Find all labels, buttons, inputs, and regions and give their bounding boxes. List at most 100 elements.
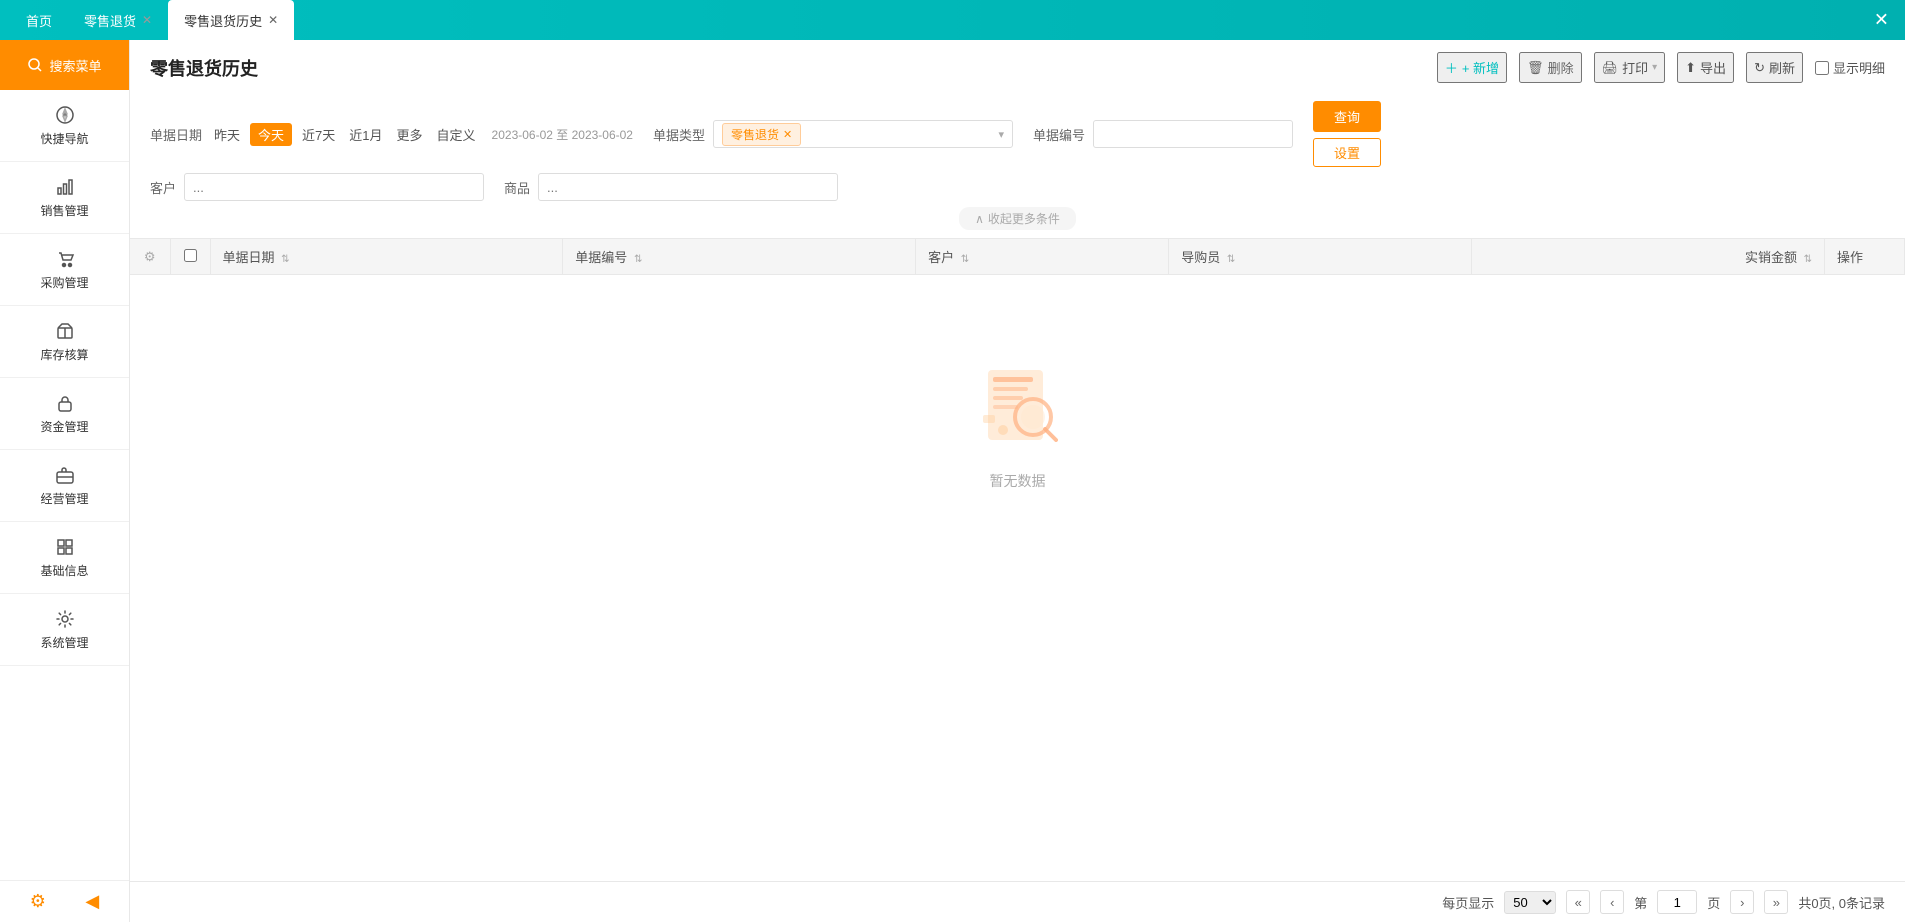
select-all-checkbox[interactable] [184,249,197,262]
main-layout: 搜索菜单 快捷导航销售管理采购管理库存核算资金管理经营管理基础信息系统管理 ⚙ … [0,40,1905,922]
sidebar-item-operation[interactable]: 经营管理 [0,450,129,522]
col-no-sort-icon[interactable]: ⇅ [634,254,642,265]
show-detail-wrap: 显示明细 [1815,58,1885,77]
voucher-type-tag-text: 零售退货 [731,126,779,143]
col-date-sort-icon[interactable]: ⇅ [281,254,289,265]
table-col-amount: 实销金额 ⇅ [1472,239,1825,275]
date-filter-group: 单据日期 昨天今天近7天近1月更多自定义 2023-06-02 至 2023-0… [150,123,633,146]
customer-filter-group: 客户 [150,173,484,201]
date-option-近1月[interactable]: 近1月 [345,123,386,146]
date-option-昨天[interactable]: 昨天 [210,123,244,146]
sidebar-item-purchase-mgmt[interactable]: 采购管理 [0,234,129,306]
table-col-customer: 客户 ⇅ [916,239,1169,275]
voucher-type-tag-close[interactable]: ✕ [783,128,792,141]
filter-row-1: 单据日期 昨天今天近7天近1月更多自定义 2023-06-02 至 2023-0… [150,101,1885,167]
date-filter-label: 单据日期 [150,125,202,144]
sidebar-item-label-inventory: 库存核算 [40,346,88,363]
page-number-input[interactable] [1657,890,1697,914]
print-icon: 🖨 [1602,60,1619,76]
column-settings-icon[interactable]: ⚙ [144,249,156,264]
compass-icon [54,104,76,126]
tab-retail-return-history[interactable]: 零售退货历史 ✕ [168,0,294,40]
col-guide-sort-icon[interactable]: ⇅ [1227,254,1235,265]
add-button[interactable]: ＋ + 新增 [1437,52,1507,83]
grid-icon [54,536,76,558]
voucher-no-label: 单据编号 [1033,125,1085,144]
page-first-button[interactable]: « [1566,890,1590,914]
export-icon: ⬆ [1685,60,1696,76]
collapse-up-icon: ∧ [975,212,984,226]
add-icon: ＋ [1445,58,1458,77]
col-customer-sort-icon[interactable]: ⇅ [961,254,969,265]
tab-retail-return[interactable]: 零售退货 ✕ [68,0,168,40]
show-detail-checkbox[interactable] [1815,61,1829,75]
add-label: + 新增 [1462,58,1499,77]
date-options: 昨天今天近7天近1月更多自定义 [210,123,480,146]
sidebar-item-basic-info[interactable]: 基础信息 [0,522,129,594]
date-option-近7天[interactable]: 近7天 [298,123,339,146]
refresh-icon: ↻ [1754,60,1765,76]
page-next-button[interactable]: › [1730,890,1754,914]
sidebar-item-label-sales-mgmt: 销售管理 [40,202,88,219]
page-unit: 页 [1707,893,1720,912]
query-button[interactable]: 查询 [1313,101,1381,132]
page-size-select[interactable]: 50 10 20 100 [1504,891,1556,914]
sidebar-item-finance[interactable]: 资金管理 [0,378,129,450]
sidebar-items: 快捷导航销售管理采购管理库存核算资金管理经营管理基础信息系统管理 [0,90,129,666]
date-option-今天[interactable]: 今天 [250,123,292,146]
refresh-label: 刷新 [1769,58,1795,77]
sidebar-item-label-operation: 经营管理 [40,490,88,507]
sidebar-item-label-purchase-mgmt: 采购管理 [40,274,88,291]
tab-close-retail-return-history[interactable]: ✕ [268,13,278,27]
briefcase-icon [54,464,76,486]
customer-label: 客户 [150,178,176,197]
empty-state: 暂无数据 [130,275,1905,571]
sidebar-item-sales-mgmt[interactable]: 销售管理 [0,162,129,234]
settings-icon [54,608,76,630]
window-close-button[interactable]: ✕ [1874,10,1889,31]
sidebar-item-label-quick-nav: 快捷导航 [40,130,88,147]
sidebar-settings-icon[interactable]: ⚙ [30,891,46,912]
export-button[interactable]: ⬆ 导出 [1677,52,1734,83]
sidebar-item-label-system: 系统管理 [40,634,88,651]
total-records: 共0页, 0条记录 [1798,893,1885,912]
print-button[interactable]: 🖨 打印 ▾ [1594,52,1666,83]
page-last-button[interactable]: » [1764,890,1788,914]
page-prev-button[interactable]: ‹ [1600,890,1624,914]
voucher-type-select[interactable]: 零售退货 ✕ ▾ [713,120,1013,148]
sidebar-item-quick-nav[interactable]: 快捷导航 [0,90,129,162]
sidebar-search-button[interactable]: 搜索菜单 [0,40,129,90]
delete-button[interactable]: 🗑 删除 [1519,52,1582,83]
filter-area: 单据日期 昨天今天近7天近1月更多自定义 2023-06-02 至 2023-0… [150,93,1885,238]
voucher-no-filter-group: 单据编号 [1033,120,1293,148]
voucher-no-input[interactable] [1093,120,1293,148]
refresh-button[interactable]: ↻ 刷新 [1746,52,1803,83]
col-amount-sort-icon[interactable]: ⇅ [1804,254,1812,265]
print-chevron-icon: ▾ [1652,62,1657,73]
sidebar-item-label-finance: 资金管理 [40,418,88,435]
table-header: ⚙ 单据日期 ⇅ 单据编号 ⇅ [130,239,1905,275]
tab-home[interactable]: 首页 [10,0,68,40]
date-option-更多[interactable]: 更多 [393,123,427,146]
col-amount-label: 实销金额 [1745,250,1797,265]
goods-filter-group: 商品 [504,173,838,201]
col-customer-label: 客户 [928,250,954,265]
sidebar: 搜索菜单 快捷导航销售管理采购管理库存核算资金管理经营管理基础信息系统管理 ⚙ … [0,40,130,922]
sidebar-item-system[interactable]: 系统管理 [0,594,129,666]
sidebar-item-label-basic-info: 基础信息 [40,562,88,579]
box-icon [54,320,76,342]
sidebar-item-inventory[interactable]: 库存核算 [0,306,129,378]
sidebar-collapse-icon[interactable]: ◀ [85,891,99,912]
show-detail-label: 显示明细 [1833,58,1885,77]
collapse-row: ∧ 收起更多条件 [150,207,1885,230]
settings-button[interactable]: 设置 [1313,138,1381,167]
goods-input[interactable] [538,173,838,201]
collapse-button[interactable]: ∧ 收起更多条件 [959,207,1076,230]
col-date-label: 单据日期 [223,250,275,265]
tab-close-retail-return[interactable]: ✕ [142,13,152,27]
table-col-guide: 导购员 ⇅ [1169,239,1472,275]
customer-input[interactable] [184,173,484,201]
page-header: 零售退货历史 ＋ + 新增 🗑 删除 🖨 打印 [130,40,1905,239]
date-option-自定义[interactable]: 自定义 [433,123,480,146]
table-wrap: ⚙ 单据日期 ⇅ 单据编号 ⇅ [130,239,1905,881]
